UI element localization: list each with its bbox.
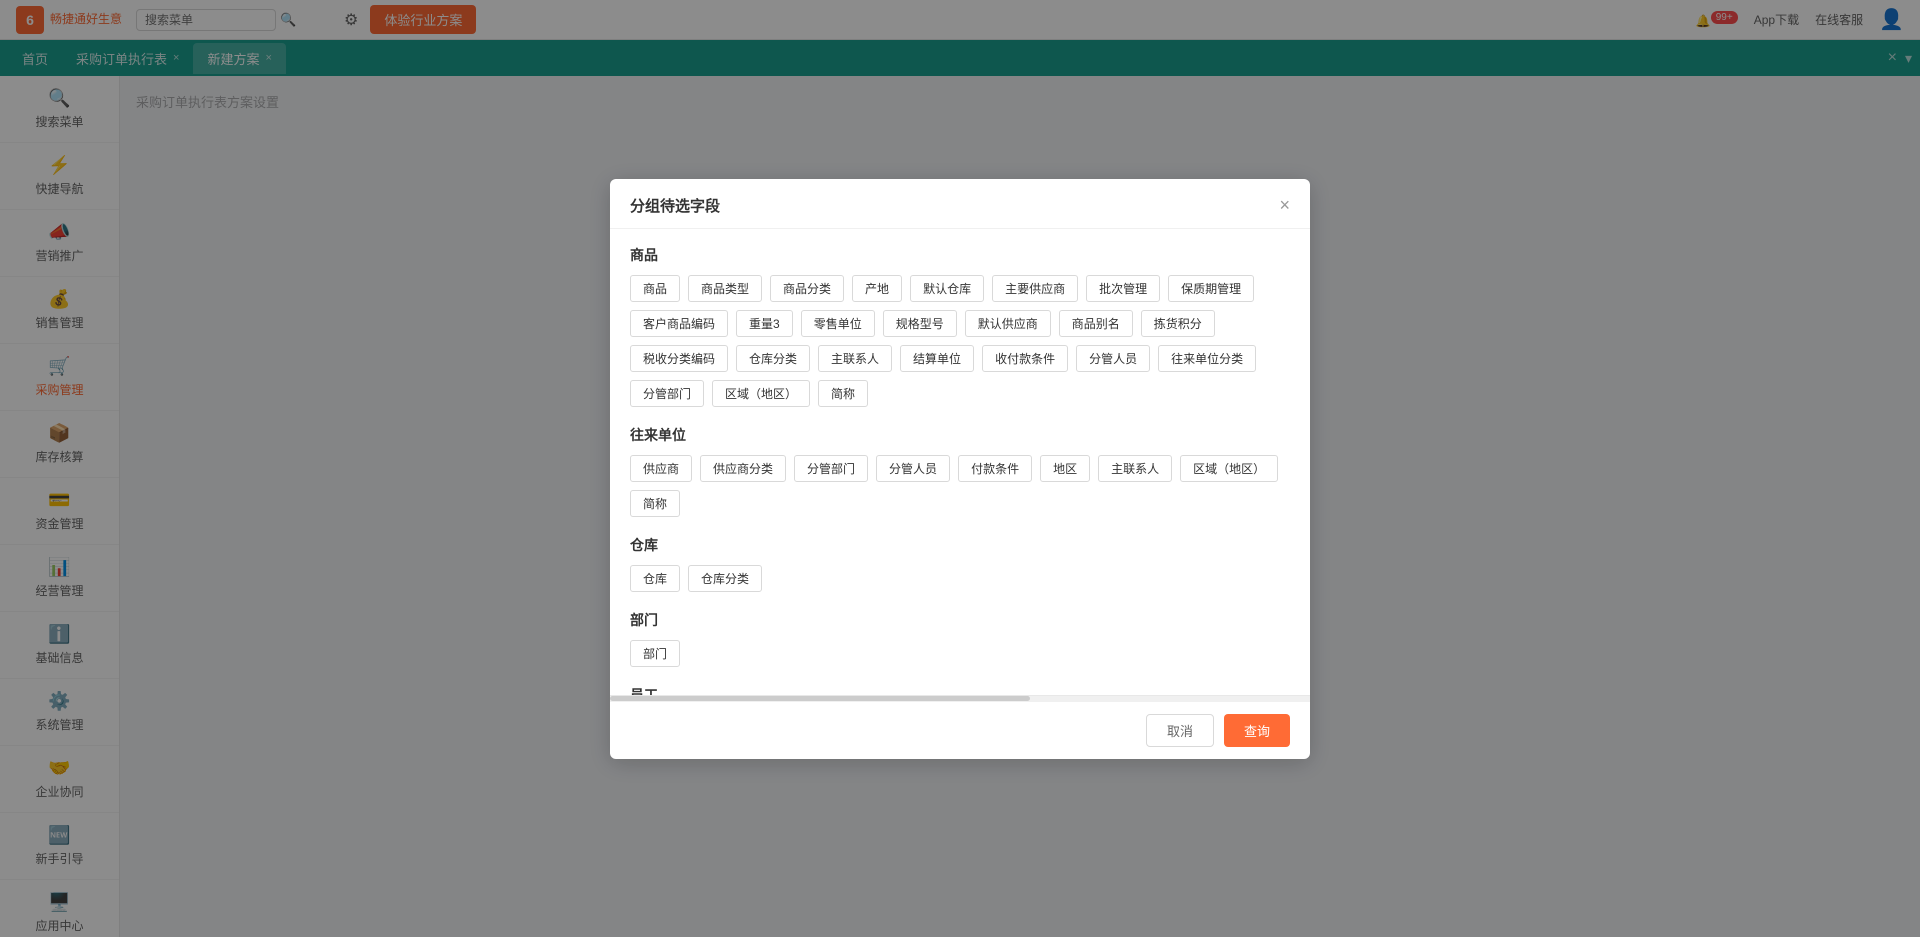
field-section-4: 员工业务员 [630,685,1290,695]
field-tag-0-13[interactable]: 商品别名 [1059,310,1133,337]
field-grid-2: 仓库仓库分类 [630,565,1290,592]
field-tag-0-1[interactable]: 商品类型 [688,275,762,302]
modal-overlay: 分组待选字段 × 商品商品商品类型商品分类产地默认仓库主要供应商批次管理保质期管… [0,0,1920,937]
field-tag-1-4[interactable]: 付款条件 [958,455,1032,482]
modal-horizontal-scrollbar[interactable] [610,695,1310,701]
field-tag-0-0[interactable]: 商品 [630,275,680,302]
section-title-3: 部门 [630,610,1290,630]
modal-body: 商品商品商品类型商品分类产地默认仓库主要供应商批次管理保质期管理客户商品编码重量… [610,229,1310,695]
field-tag-0-3[interactable]: 产地 [852,275,902,302]
field-tag-2-1[interactable]: 仓库分类 [688,565,762,592]
field-tag-3-0[interactable]: 部门 [630,640,680,667]
field-tag-0-19[interactable]: 收付款条件 [982,345,1068,372]
modal-footer: 取消 查询 [610,701,1310,759]
field-tag-0-21[interactable]: 往来单位分类 [1158,345,1256,372]
modal-close-button[interactable]: × [1279,196,1290,214]
field-tag-0-15[interactable]: 税收分类编码 [630,345,728,372]
field-tag-0-16[interactable]: 仓库分类 [736,345,810,372]
field-tag-0-7[interactable]: 保质期管理 [1168,275,1254,302]
modal-title: 分组待选字段 [630,195,720,216]
field-tag-1-1[interactable]: 供应商分类 [700,455,786,482]
section-title-0: 商品 [630,245,1290,265]
field-section-1: 往来单位供应商供应商分类分管部门分管人员付款条件地区主联系人区域（地区） 简称 [630,425,1290,517]
field-tag-0-14[interactable]: 拣货积分 [1141,310,1215,337]
field-tag-0-17[interactable]: 主联系人 [818,345,892,372]
field-section-2: 仓库仓库仓库分类 [630,535,1290,592]
field-tag-0-8[interactable]: 客户商品编码 [630,310,728,337]
field-tag-0-6[interactable]: 批次管理 [1086,275,1160,302]
field-tag-0-11[interactable]: 规格型号 [883,310,957,337]
field-tag-1-3[interactable]: 分管人员 [876,455,950,482]
section-title-1: 往来单位 [630,425,1290,445]
field-tag-0-18[interactable]: 结算单位 [900,345,974,372]
section-title-4: 员工 [630,685,1290,695]
field-grid-3: 部门 [630,640,1290,667]
field-tag-1-0[interactable]: 供应商 [630,455,692,482]
field-tag-1-5[interactable]: 地区 [1040,455,1090,482]
field-tag-2-0[interactable]: 仓库 [630,565,680,592]
field-tag-0-10[interactable]: 零售单位 [801,310,875,337]
field-tag-0-24[interactable]: 简称 [818,380,868,407]
field-section-3: 部门部门 [630,610,1290,667]
modal-dialog: 分组待选字段 × 商品商品商品类型商品分类产地默认仓库主要供应商批次管理保质期管… [610,179,1310,759]
field-tag-0-20[interactable]: 分管人员 [1076,345,1150,372]
field-tag-0-22[interactable]: 分管部门 [630,380,704,407]
field-tag-0-9[interactable]: 重量3 [736,310,793,337]
field-tag-1-8[interactable]: 简称 [630,490,680,517]
field-grid-1: 供应商供应商分类分管部门分管人员付款条件地区主联系人区域（地区） 简称 [630,455,1290,517]
confirm-button[interactable]: 查询 [1224,714,1290,747]
field-grid-0: 商品商品类型商品分类产地默认仓库主要供应商批次管理保质期管理客户商品编码重量3 零… [630,275,1290,407]
field-tag-0-5[interactable]: 主要供应商 [992,275,1078,302]
field-tag-1-6[interactable]: 主联系人 [1098,455,1172,482]
field-tag-1-2[interactable]: 分管部门 [794,455,868,482]
field-tag-0-2[interactable]: 商品分类 [770,275,844,302]
field-tag-1-7[interactable]: 区域（地区） [1180,455,1278,482]
field-section-0: 商品商品商品类型商品分类产地默认仓库主要供应商批次管理保质期管理客户商品编码重量… [630,245,1290,407]
field-tag-0-12[interactable]: 默认供应商 [965,310,1051,337]
field-tag-0-4[interactable]: 默认仓库 [910,275,984,302]
field-tag-0-23[interactable]: 区域（地区） [712,380,810,407]
modal-header: 分组待选字段 × [610,179,1310,229]
modal-hscroll-thumb [610,696,1030,701]
section-title-2: 仓库 [630,535,1290,555]
cancel-button[interactable]: 取消 [1146,714,1214,747]
